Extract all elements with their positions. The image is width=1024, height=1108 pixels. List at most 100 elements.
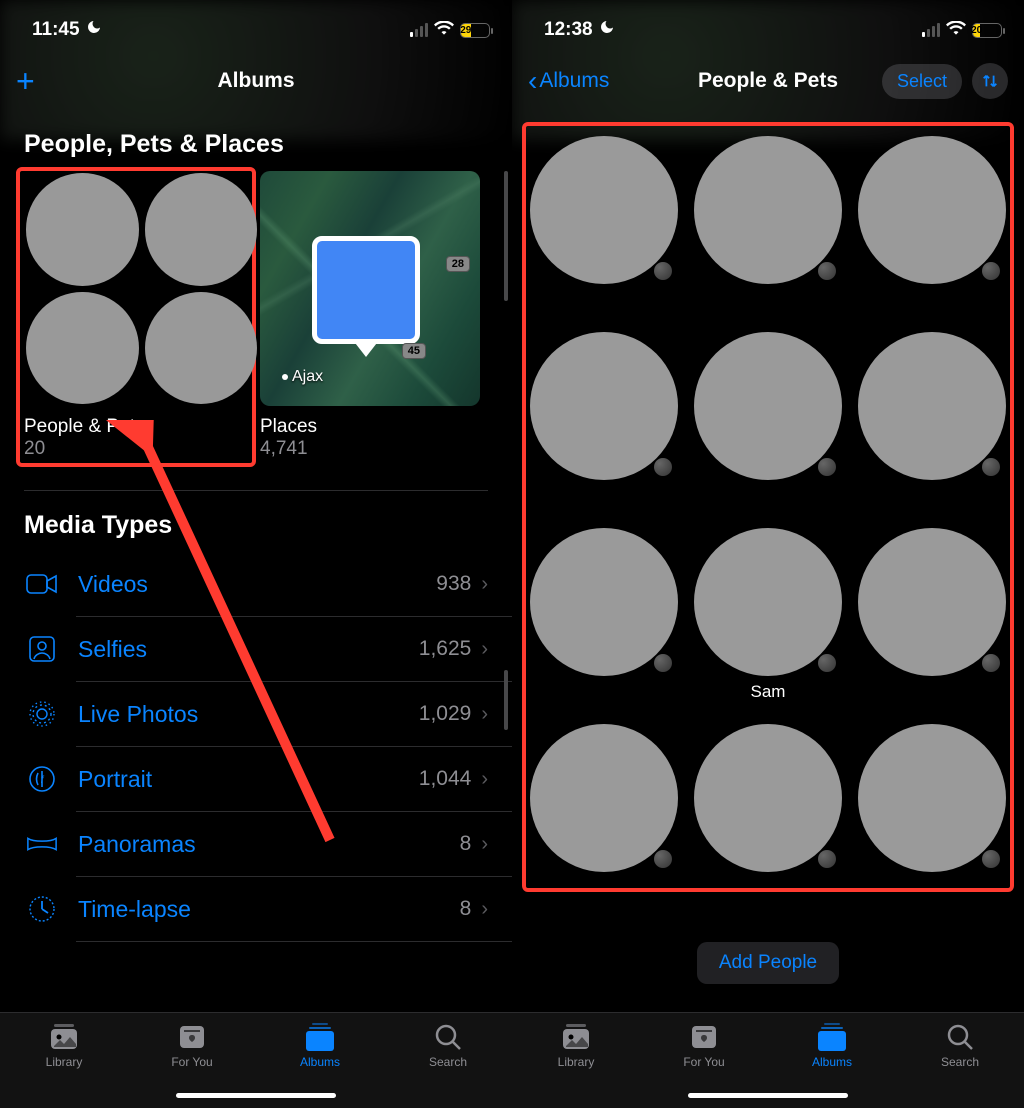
status-bar: 11:45 29 bbox=[0, 0, 512, 52]
media-row-selfies[interactable]: Selfies 1,625 › bbox=[24, 617, 488, 682]
tab-foryou[interactable]: For You bbox=[664, 1023, 744, 1069]
list-label: Panoramas bbox=[78, 831, 460, 858]
media-row-portrait[interactable]: f Portrait 1,044 › bbox=[24, 747, 488, 812]
person-item[interactable] bbox=[858, 136, 1006, 310]
person-item[interactable]: Sam bbox=[694, 528, 842, 702]
people-grid-preview bbox=[24, 171, 244, 406]
chevron-right-icon: › bbox=[481, 768, 488, 791]
video-camera-icon bbox=[24, 568, 60, 600]
add-people-button[interactable]: Add People bbox=[697, 942, 839, 984]
battery-icon: 20 bbox=[972, 23, 1002, 38]
person-item[interactable] bbox=[530, 528, 678, 702]
list-count: 1,029 bbox=[419, 702, 472, 726]
chevron-left-icon: ‹ bbox=[528, 67, 537, 95]
list-count: 1,044 bbox=[419, 767, 472, 791]
media-row-livephotos[interactable]: Live Photos 1,029 › bbox=[24, 682, 488, 747]
live-photos-icon bbox=[24, 698, 60, 730]
media-row-timelapse[interactable]: Time-lapse 8 › bbox=[24, 877, 488, 942]
map-preview: 28 45 Ajax bbox=[260, 171, 480, 406]
album-places[interactable]: 28 45 Ajax Places 4,741 bbox=[260, 171, 480, 460]
person-avatar bbox=[858, 528, 1006, 676]
person-avatar bbox=[694, 136, 842, 284]
person-avatar bbox=[858, 136, 1006, 284]
person-item[interactable] bbox=[858, 528, 1006, 702]
home-indicator[interactable] bbox=[176, 1093, 336, 1098]
person-avatar bbox=[145, 173, 258, 286]
tab-search[interactable]: Search bbox=[408, 1023, 488, 1069]
person-avatar bbox=[530, 528, 678, 676]
tab-foryou[interactable]: For You bbox=[152, 1023, 232, 1069]
scrollbar-indicator bbox=[504, 670, 508, 730]
tab-library[interactable]: Library bbox=[536, 1023, 616, 1069]
person-avatar bbox=[530, 136, 678, 284]
list-count: 938 bbox=[436, 572, 471, 596]
tab-label: Search bbox=[941, 1055, 979, 1069]
cellular-signal-icon bbox=[410, 23, 428, 37]
battery-level: 29 bbox=[461, 24, 471, 37]
person-avatar bbox=[26, 292, 139, 405]
person-avatar bbox=[858, 724, 1006, 872]
select-button[interactable]: Select bbox=[882, 64, 962, 99]
person-avatar bbox=[145, 292, 258, 405]
album-row: People & Pets 20 28 45 Ajax Places 4,741 bbox=[24, 171, 488, 460]
content-area[interactable]: People, Pets & Places People & Pets 20 2… bbox=[0, 110, 512, 1012]
media-row-panoramas[interactable]: Panoramas 8 › bbox=[24, 812, 488, 877]
nav-header: + Albums bbox=[0, 52, 512, 110]
people-grid: Sam bbox=[526, 128, 1010, 906]
person-name: Sam bbox=[751, 682, 786, 702]
person-avatar bbox=[530, 724, 678, 872]
list-label: Portrait bbox=[78, 766, 419, 793]
tab-albums[interactable]: Albums bbox=[280, 1023, 360, 1069]
panorama-icon bbox=[24, 828, 60, 860]
battery-level: 20 bbox=[973, 24, 980, 37]
person-avatar bbox=[858, 332, 1006, 480]
battery-icon: 29 bbox=[460, 23, 490, 38]
list-label: Selfies bbox=[78, 636, 419, 663]
person-item[interactable] bbox=[694, 724, 842, 898]
album-count: 20 bbox=[24, 438, 244, 460]
sort-button[interactable] bbox=[972, 63, 1008, 99]
do-not-disturb-icon bbox=[599, 19, 615, 40]
person-avatar bbox=[694, 332, 842, 480]
album-label: People & Pets bbox=[24, 416, 244, 438]
back-label: Albums bbox=[539, 69, 609, 93]
list-count: 1,625 bbox=[419, 637, 472, 661]
section-title-people: People, Pets & Places bbox=[24, 130, 488, 159]
person-item[interactable] bbox=[530, 136, 678, 310]
person-avatar bbox=[530, 332, 678, 480]
person-item[interactable] bbox=[858, 724, 1006, 898]
add-album-button[interactable]: + bbox=[16, 65, 35, 97]
cellular-signal-icon bbox=[922, 23, 940, 37]
list-count: 8 bbox=[460, 832, 472, 856]
home-indicator[interactable] bbox=[688, 1093, 848, 1098]
content-area[interactable]: Sam Add People bbox=[512, 110, 1024, 1012]
map-road-label: 45 bbox=[402, 343, 426, 359]
map-pin-icon bbox=[312, 236, 420, 344]
tab-search[interactable]: Search bbox=[920, 1023, 1000, 1069]
person-item[interactable] bbox=[694, 332, 842, 506]
person-avatar bbox=[26, 173, 139, 286]
tab-label: Library bbox=[558, 1055, 595, 1069]
map-road-label: 28 bbox=[446, 256, 470, 272]
tab-library[interactable]: Library bbox=[24, 1023, 104, 1069]
person-avatar bbox=[694, 724, 842, 872]
tab-albums[interactable]: Albums bbox=[792, 1023, 872, 1069]
divider bbox=[24, 490, 488, 491]
status-bar: 12:38 20 bbox=[512, 0, 1024, 52]
album-people-pets[interactable]: People & Pets 20 bbox=[24, 171, 244, 460]
wifi-icon bbox=[946, 19, 966, 41]
tab-label: Albums bbox=[812, 1055, 852, 1069]
chevron-right-icon: › bbox=[481, 833, 488, 856]
map-city-label: Ajax bbox=[292, 368, 323, 386]
person-item[interactable] bbox=[530, 724, 678, 898]
person-item[interactable] bbox=[530, 332, 678, 506]
do-not-disturb-icon bbox=[86, 19, 102, 40]
back-button[interactable]: ‹ Albums bbox=[528, 67, 609, 95]
svg-text:f: f bbox=[41, 775, 45, 786]
person-item[interactable] bbox=[858, 332, 1006, 506]
list-label: Time-lapse bbox=[78, 896, 460, 923]
tab-bar: Library For You Albums Search bbox=[512, 1012, 1024, 1108]
chevron-right-icon: › bbox=[481, 898, 488, 921]
media-row-videos[interactable]: Videos 938 › bbox=[24, 552, 488, 617]
person-item[interactable] bbox=[694, 136, 842, 310]
